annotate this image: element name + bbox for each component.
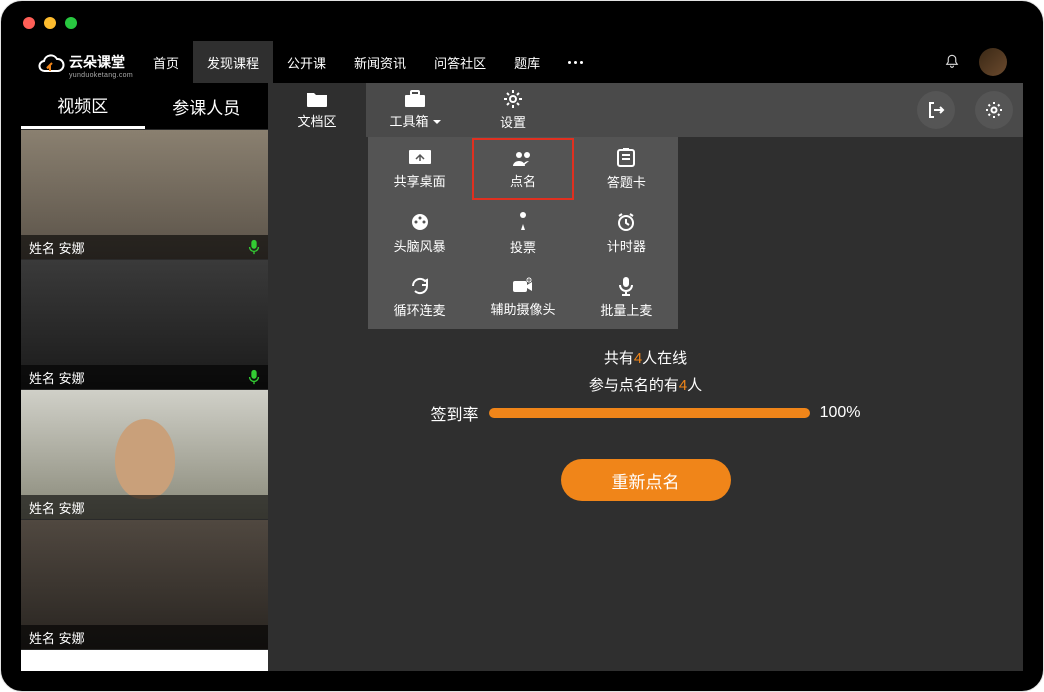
nav-home[interactable]: 首页 — [139, 41, 193, 83]
briefcase-icon — [404, 90, 426, 108]
online-line: 共有4人在线 — [604, 347, 687, 368]
nav-bank[interactable]: 题库 — [500, 41, 554, 83]
participant-tile-empty — [21, 649, 268, 671]
exit-button[interactable] — [917, 91, 955, 129]
folder-icon — [306, 90, 328, 108]
participant-name: 安娜 — [59, 631, 85, 646]
mic-icon — [248, 239, 260, 255]
nav-more-icon[interactable] — [554, 61, 597, 64]
close-dot[interactable] — [23, 17, 35, 29]
menu-label: 点名 — [510, 171, 536, 190]
mic-up-icon — [618, 276, 634, 296]
face-placeholder — [115, 419, 175, 499]
mic-icon — [248, 369, 260, 385]
people-icon — [511, 149, 535, 167]
doc-area-button[interactable]: 文档区 — [268, 83, 366, 137]
config-button[interactable] — [975, 91, 1013, 129]
attend-line: 参与点名的有4人 — [589, 374, 702, 395]
gear-icon — [503, 89, 523, 109]
participant-name: 安娜 — [59, 371, 85, 386]
clock-icon — [616, 212, 636, 232]
brand-name: 云朵课堂 — [69, 52, 125, 72]
rollcall-stats: 共有4人在线 参与点名的有4人 签到率 100% 重新点名 — [268, 347, 1023, 501]
participant-tile[interactable]: 姓名 安娜 — [21, 519, 268, 649]
name-prefix: 姓名 — [29, 371, 55, 386]
rate-pct: 100% — [820, 404, 861, 422]
menu-cycle-mic[interactable]: 循环连麦 — [368, 265, 471, 329]
menu-batch-mic[interactable]: 批量上麦 — [575, 265, 678, 329]
attend-count: 4 — [679, 377, 687, 394]
menu-label: 共享桌面 — [394, 171, 446, 190]
menu-label: 投票 — [510, 237, 536, 256]
rate-row: 签到率 100% — [431, 401, 861, 425]
maximize-dot[interactable] — [65, 17, 77, 29]
camera-icon — [512, 277, 534, 295]
tab-attendees[interactable]: 参课人员 — [145, 83, 269, 129]
gear-icon — [985, 101, 1003, 119]
rate-label: 签到率 — [431, 401, 479, 425]
window-controls — [23, 17, 77, 29]
settings-button[interactable]: 设置 — [464, 83, 562, 137]
menu-label: 辅助摄像头 — [490, 299, 555, 318]
toolbox-label: 工具箱 — [389, 111, 440, 130]
online-count: 4 — [634, 350, 642, 367]
menu-label: 答题卡 — [607, 172, 646, 191]
brand-logo[interactable]: 云朵课堂 yunduoketang.com — [35, 51, 125, 73]
menu-timer[interactable]: 计时器 — [575, 201, 678, 265]
cloud-icon — [35, 51, 65, 73]
top-nav: 云朵课堂 yunduoketang.com 首页 发现课程 公开课 新闻资讯 问… — [21, 41, 1023, 83]
main-area: 文档区 工具箱 设置 — [268, 83, 1023, 671]
menu-vote[interactable]: 投票 — [471, 201, 574, 265]
nav-news[interactable]: 新闻资讯 — [340, 41, 420, 83]
nav-discover[interactable]: 发现课程 — [193, 41, 273, 83]
nav-links: 首页 发现课程 公开课 新闻资讯 问答社区 题库 — [139, 41, 597, 83]
participant-tile[interactable]: 姓名 安娜 — [21, 259, 268, 389]
tab-video[interactable]: 视频区 — [21, 83, 145, 129]
brand-sub: yunduoketang.com — [69, 72, 133, 79]
rate-bar — [489, 408, 810, 418]
participant-name: 安娜 — [59, 241, 85, 256]
participant-tile[interactable]: 姓名 安娜 — [21, 389, 268, 519]
nav-open[interactable]: 公开课 — [273, 41, 340, 83]
menu-label: 批量上麦 — [600, 300, 652, 319]
user-avatar[interactable] — [979, 48, 1007, 76]
name-prefix: 姓名 — [29, 501, 55, 516]
settings-label: 设置 — [500, 112, 526, 131]
minimize-dot[interactable] — [44, 17, 56, 29]
menu-label: 头脑风暴 — [394, 236, 446, 255]
vote-icon — [514, 211, 532, 233]
menu-label: 循环连麦 — [394, 300, 446, 319]
film-icon — [410, 212, 430, 232]
doc-label: 文档区 — [297, 111, 336, 130]
name-prefix: 姓名 — [29, 631, 55, 646]
menu-label: 计时器 — [607, 236, 646, 255]
re-rollcall-button[interactable]: 重新点名 — [561, 459, 731, 501]
main-toolbar: 文档区 工具箱 设置 — [268, 83, 1023, 137]
toolbox-popup: 共享桌面 点名 答题卡 头脑风暴 — [368, 137, 678, 329]
video-sidebar: 视频区 参课人员 姓名 安娜 姓名 安娜 — [21, 83, 268, 671]
cycle-icon — [410, 276, 430, 296]
name-prefix: 姓名 — [29, 241, 55, 256]
toolbox-button[interactable]: 工具箱 — [366, 83, 464, 137]
nav-qa[interactable]: 问答社区 — [420, 41, 500, 83]
participant-tile[interactable]: 姓名 安娜 — [21, 129, 268, 259]
bell-icon[interactable] — [943, 53, 961, 71]
exit-icon — [927, 101, 945, 119]
menu-brainstorm[interactable]: 头脑风暴 — [368, 201, 471, 265]
card-icon — [616, 148, 636, 168]
screen-share-icon — [408, 149, 432, 167]
menu-share-screen[interactable]: 共享桌面 — [368, 137, 471, 201]
menu-answer-card[interactable]: 答题卡 — [575, 137, 678, 201]
menu-aux-camera[interactable]: 辅助摄像头 — [471, 265, 574, 329]
menu-rollcall[interactable]: 点名 — [471, 137, 574, 201]
participant-name: 安娜 — [59, 501, 85, 516]
